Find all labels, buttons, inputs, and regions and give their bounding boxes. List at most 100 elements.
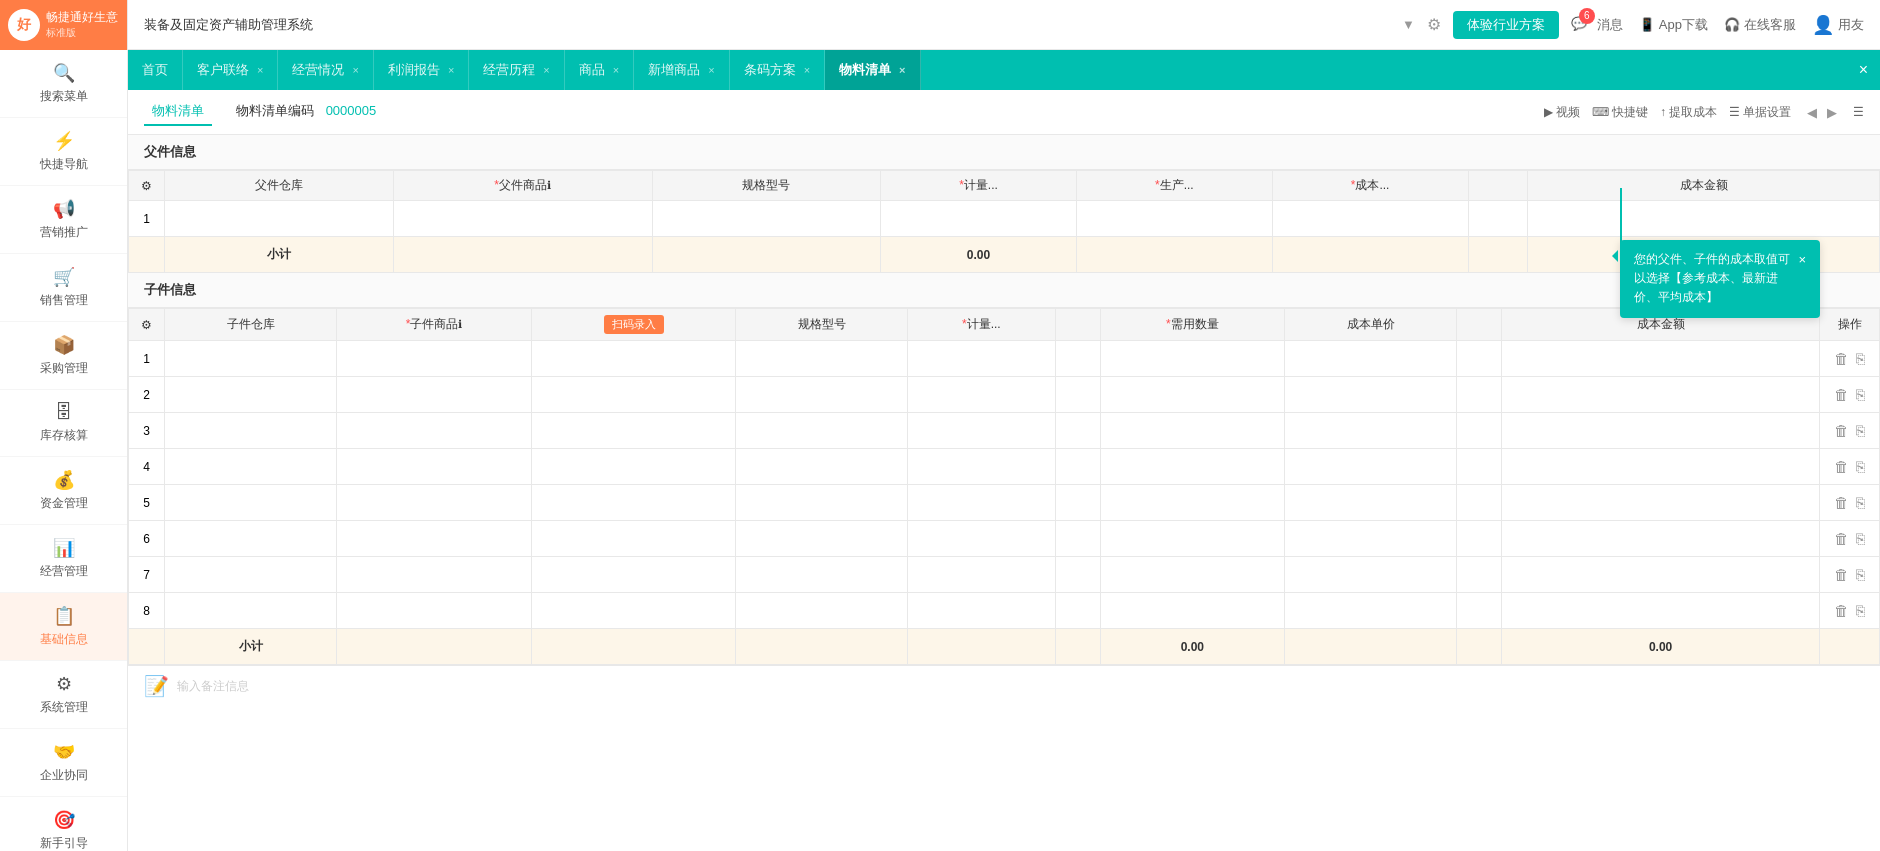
child-warehouse[interactable]	[165, 485, 337, 521]
nav-tab-条码方案[interactable]: 条码方案×	[730, 50, 825, 90]
child-needed-qty[interactable]	[1100, 485, 1284, 521]
tab-close-icon[interactable]: ×	[448, 64, 454, 76]
settings-icon[interactable]: ⚙	[1427, 15, 1441, 34]
shortcut-action[interactable]: ⌨ 快捷键	[1592, 104, 1648, 121]
child-qty[interactable]	[908, 557, 1055, 593]
delete-icon[interactable]: 🗑	[1834, 494, 1849, 511]
child-warehouse[interactable]	[165, 377, 337, 413]
user-area[interactable]: 👤 用友	[1812, 14, 1864, 36]
sidebar-item-快捷导航[interactable]: ⚡快捷导航	[0, 118, 127, 186]
info-icon[interactable]: ℹ	[547, 179, 551, 191]
child-needed-qty[interactable]	[1100, 341, 1284, 377]
copy-icon[interactable]: ⎘	[1856, 350, 1865, 367]
child-spec[interactable]	[736, 521, 908, 557]
child-product[interactable]	[337, 341, 532, 377]
next-arrow[interactable]: ▶	[1823, 103, 1841, 122]
child-product[interactable]	[337, 521, 532, 557]
online-service-area[interactable]: 🎧 在线客服	[1724, 16, 1796, 34]
child-product[interactable]	[337, 413, 532, 449]
parent-qty-cell[interactable]	[881, 201, 1077, 237]
nav-tab-商品[interactable]: 商品×	[565, 50, 634, 90]
parent-warehouse-cell[interactable]	[165, 201, 394, 237]
child-spec[interactable]	[736, 341, 908, 377]
child-warehouse[interactable]	[165, 521, 337, 557]
child-qty[interactable]	[908, 593, 1055, 629]
copy-icon[interactable]: ⎘	[1856, 422, 1865, 439]
parent-produce-cell[interactable]	[1076, 201, 1272, 237]
video-action[interactable]: ▶ 视频	[1544, 104, 1580, 121]
nav-tab-客户联络[interactable]: 客户联络×	[183, 50, 278, 90]
child-qty[interactable]	[908, 521, 1055, 557]
delete-icon[interactable]: 🗑	[1834, 602, 1849, 619]
sidebar-item-库存核算[interactable]: 🗄库存核算	[0, 390, 127, 457]
sidebar-item-经营管理[interactable]: 📊经营管理	[0, 525, 127, 593]
dropdown-icon[interactable]: ▼	[1402, 17, 1415, 32]
sidebar-item-企业协同[interactable]: 🤝企业协同	[0, 729, 127, 797]
single-settings-action[interactable]: ☰ 单据设置	[1729, 104, 1791, 121]
tab-close-icon[interactable]: ×	[543, 64, 549, 76]
child-product[interactable]	[337, 557, 532, 593]
sidebar-item-搜索菜单[interactable]: 🔍搜索菜单	[0, 50, 127, 118]
copy-icon[interactable]: ⎘	[1856, 602, 1865, 619]
child-spec[interactable]	[736, 557, 908, 593]
child-needed-qty[interactable]	[1100, 377, 1284, 413]
copy-icon[interactable]: ⎘	[1856, 530, 1865, 547]
experience-btn[interactable]: 体验行业方案	[1453, 11, 1559, 39]
child-needed-qty[interactable]	[1100, 413, 1284, 449]
message-area[interactable]: 💬 6 消息	[1571, 16, 1623, 34]
tab-close-icon[interactable]: ×	[708, 64, 714, 76]
delete-icon[interactable]: 🗑	[1834, 386, 1849, 403]
child-unit-cost[interactable]	[1285, 413, 1457, 449]
prev-arrow[interactable]: ◀	[1803, 103, 1821, 122]
copy-icon[interactable]: ⎘	[1856, 494, 1865, 511]
child-warehouse[interactable]	[165, 413, 337, 449]
child-needed-qty[interactable]	[1100, 521, 1284, 557]
child-needed-qty[interactable]	[1100, 449, 1284, 485]
child-needed-qty[interactable]	[1100, 593, 1284, 629]
delete-icon[interactable]: 🗑	[1834, 530, 1849, 547]
child-warehouse[interactable]	[165, 557, 337, 593]
parent-spec-cell[interactable]	[652, 201, 881, 237]
child-qty[interactable]	[908, 449, 1055, 485]
child-unit-cost[interactable]	[1285, 485, 1457, 521]
child-unit-cost[interactable]	[1285, 377, 1457, 413]
subheader-tab-bill[interactable]: 物料清单	[144, 98, 212, 126]
child-unit-cost[interactable]	[1285, 593, 1457, 629]
tab-close-icon[interactable]: ×	[804, 64, 810, 76]
close-all-tabs[interactable]: ×	[1847, 61, 1880, 79]
sidebar-item-新手引导[interactable]: 🎯新手引导	[0, 797, 127, 851]
copy-icon[interactable]: ⎘	[1856, 386, 1865, 403]
delete-icon[interactable]: 🗑	[1834, 458, 1849, 475]
extract-cost-action[interactable]: ↑ 提取成本	[1660, 104, 1717, 121]
sidebar-item-基础信息[interactable]: 📋基础信息	[0, 593, 127, 661]
copy-icon[interactable]: ⎘	[1856, 458, 1865, 475]
child-spec[interactable]	[736, 593, 908, 629]
child-spec[interactable]	[736, 449, 908, 485]
child-qty[interactable]	[908, 413, 1055, 449]
nav-tab-利润报告[interactable]: 利润报告×	[374, 50, 469, 90]
child-unit-cost[interactable]	[1285, 449, 1457, 485]
child-qty[interactable]	[908, 485, 1055, 521]
tooltip-close[interactable]: ×	[1798, 250, 1806, 271]
child-spec[interactable]	[736, 377, 908, 413]
child-spec[interactable]	[736, 413, 908, 449]
tab-close-icon[interactable]: ×	[613, 64, 619, 76]
child-unit-cost[interactable]	[1285, 557, 1457, 593]
child-needed-qty[interactable]	[1100, 557, 1284, 593]
delete-icon[interactable]: 🗑	[1834, 350, 1849, 367]
menu-icon[interactable]: ☰	[1853, 105, 1864, 119]
copy-icon[interactable]: ⎘	[1856, 566, 1865, 583]
child-product[interactable]	[337, 593, 532, 629]
child-warehouse[interactable]	[165, 341, 337, 377]
child-product[interactable]	[337, 485, 532, 521]
nav-tab-经营历程[interactable]: 经营历程×	[469, 50, 564, 90]
tab-close-icon[interactable]: ×	[352, 64, 358, 76]
child-spec[interactable]	[736, 485, 908, 521]
child-product[interactable]	[337, 377, 532, 413]
child-qty[interactable]	[908, 377, 1055, 413]
tab-close-icon[interactable]: ×	[899, 64, 905, 76]
nav-tab-经营情况[interactable]: 经营情况×	[278, 50, 373, 90]
app-download-area[interactable]: 📱 App下载	[1639, 16, 1708, 34]
parent-product-cell[interactable]	[393, 201, 652, 237]
parent-cost-cell[interactable]	[1272, 201, 1468, 237]
